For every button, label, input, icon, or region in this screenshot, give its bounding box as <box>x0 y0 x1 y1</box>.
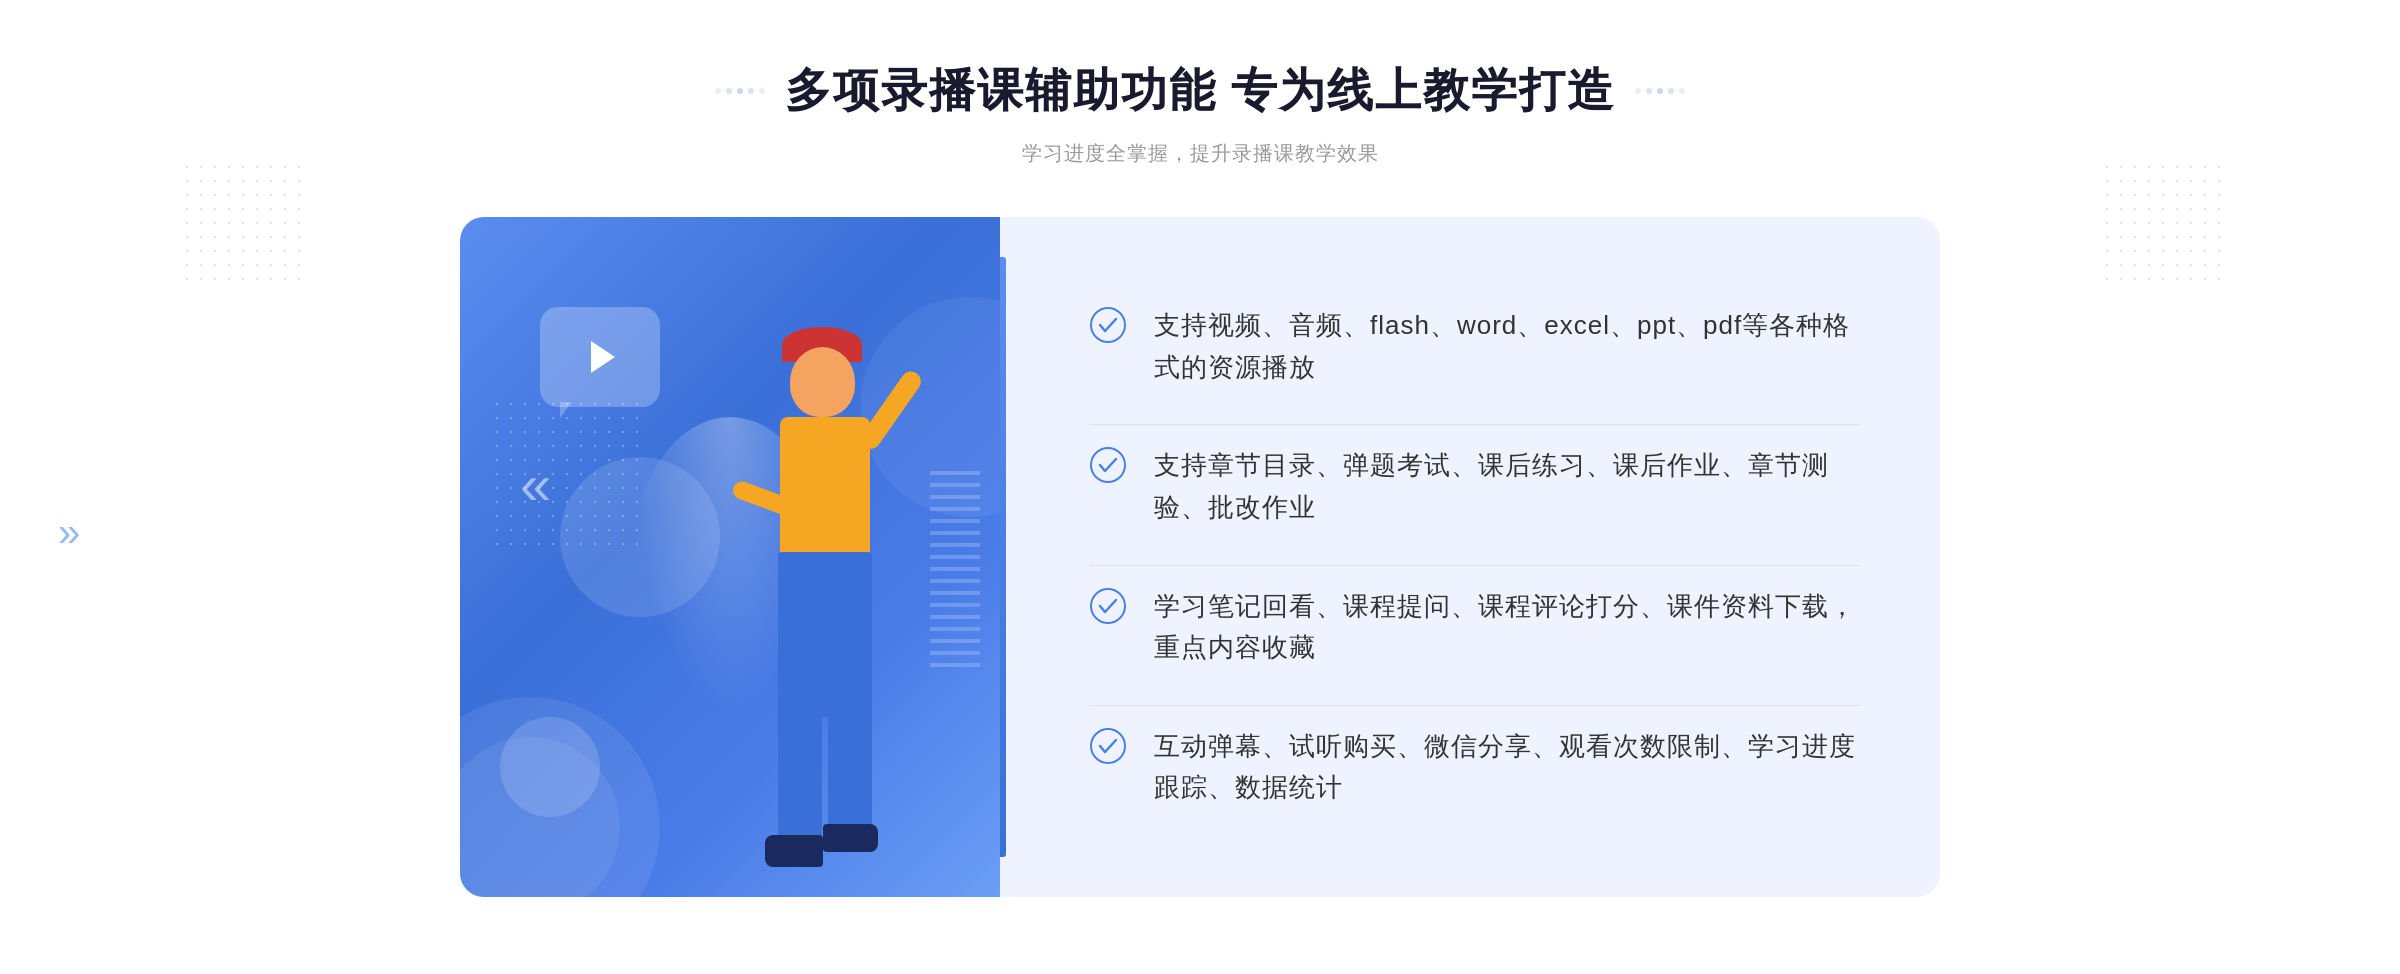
page-wrapper: » 多项录播课辅助功能 专为线上教学打造 学习进度全掌握，提升录播课教学效果 <box>0 0 2400 974</box>
check-circle-icon-4 <box>1090 728 1126 764</box>
title-decorator-right <box>1635 88 1685 94</box>
svg-point-1 <box>1091 448 1125 482</box>
arrow-left-decoration: » <box>58 510 80 555</box>
feature-text-2: 支持章节目录、弹题考试、课后练习、课后作业、章节测验、批改作业 <box>1154 445 1860 528</box>
figure-illustration <box>670 317 970 897</box>
feature-item-3: 学习笔记回看、课程提问、课程评论打分、课件资料下载，重点内容收藏 <box>1090 565 1860 689</box>
panel-arrows: « <box>520 457 551 513</box>
svg-point-2 <box>1091 589 1125 623</box>
check-circle-icon-2 <box>1090 447 1126 483</box>
feature-item-4: 互动弹幕、试听购买、微信分享、观看次数限制、学习进度跟踪、数据统计 <box>1090 705 1860 829</box>
person-leg-right <box>828 707 872 837</box>
person-torso <box>780 417 870 557</box>
person-shoe-right <box>823 824 878 852</box>
title-row: 多项录播课辅助功能 专为线上教学打造 <box>715 60 1686 122</box>
svg-point-0 <box>1091 308 1125 342</box>
person-pants <box>778 552 872 717</box>
feature-item-1: 支持视频、音频、flash、word、excel、ppt、pdf等各种格式的资源… <box>1090 285 1860 408</box>
feature-text-4: 互动弹幕、试听购买、微信分享、观看次数限制、学习进度跟踪、数据统计 <box>1154 726 1860 809</box>
dots-decoration-left <box>180 160 300 280</box>
left-illustration-panel: « <box>460 217 1000 897</box>
title-decorator-left <box>715 88 765 94</box>
person-leg-left <box>778 707 822 837</box>
subtitle: 学习进度全掌握，提升录播课教学效果 <box>715 140 1686 167</box>
play-bubble <box>540 307 660 407</box>
person-shoe-left <box>765 835 823 867</box>
dots-decoration-right <box>2100 160 2220 280</box>
person-head <box>790 347 855 417</box>
feature-item-2: 支持章节目录、弹题考试、课后练习、课后作业、章节测验、批改作业 <box>1090 424 1860 548</box>
right-features-panel: 支持视频、音频、flash、word、excel、ppt、pdf等各种格式的资源… <box>1000 217 1940 897</box>
main-title: 多项录播课辅助功能 专为线上教学打造 <box>785 60 1616 122</box>
check-circle-icon-1 <box>1090 307 1126 343</box>
svg-point-3 <box>1091 729 1125 763</box>
bg-circle-blue <box>500 717 600 817</box>
header-section: 多项录播课辅助功能 专为线上教学打造 学习进度全掌握，提升录播课教学效果 <box>715 60 1686 167</box>
content-card: « <box>460 217 1940 897</box>
feature-text-3: 学习笔记回看、课程提问、课程评论打分、课件资料下载，重点内容收藏 <box>1154 586 1860 669</box>
check-circle-icon-3 <box>1090 588 1126 624</box>
feature-text-1: 支持视频、音频、flash、word、excel、ppt、pdf等各种格式的资源… <box>1154 305 1860 388</box>
play-bubble-tail <box>560 402 572 418</box>
